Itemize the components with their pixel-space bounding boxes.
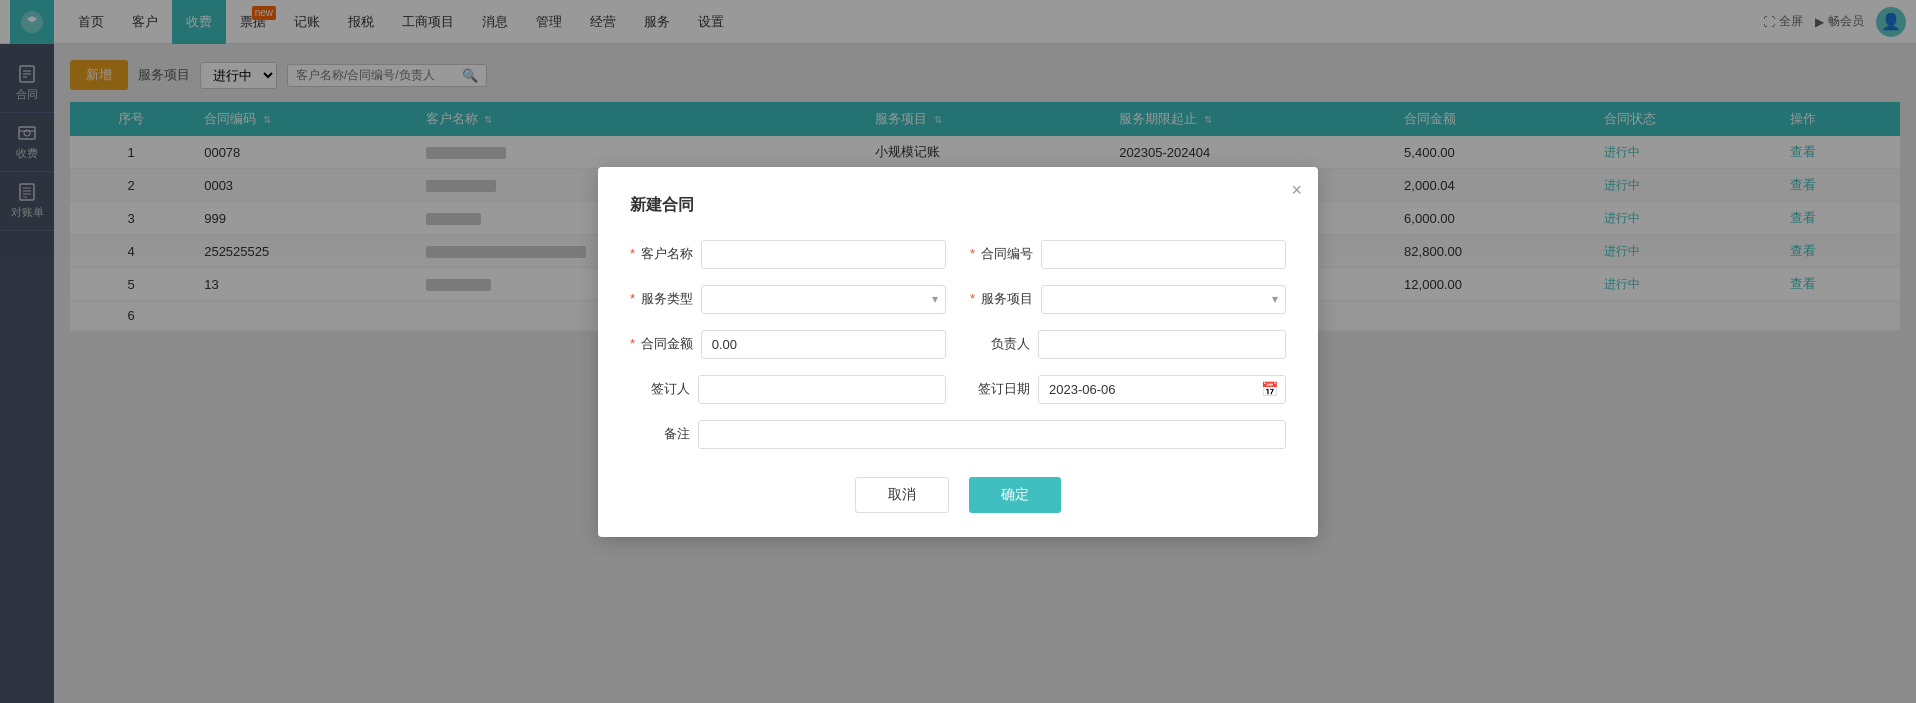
modal-footer: 取消 确定 (630, 477, 1286, 513)
required-mark: * (970, 246, 975, 261)
service-type-select-wrapper: ▾ (701, 285, 946, 314)
required-mark: * (970, 291, 975, 306)
remark-input[interactable] (698, 420, 1286, 449)
contract-no-input[interactable] (1041, 240, 1286, 269)
confirm-button[interactable]: 确定 (969, 477, 1061, 513)
service-item-select-wrapper: ▾ (1041, 285, 1286, 314)
remark-field: 备注 (630, 420, 1286, 449)
responsible-person-field: 负责人 (970, 330, 1286, 359)
customer-name-field: * 客户名称 (630, 240, 946, 269)
sign-date-wrapper: 📅 (1038, 375, 1286, 404)
form-grid: * 客户名称 * 合同编号 * 服务类型 (630, 240, 1286, 449)
service-type-field: * 服务类型 ▾ (630, 285, 946, 314)
service-item-select[interactable] (1041, 285, 1286, 314)
modal-overlay[interactable]: 新建合同 × * 客户名称 * 合同编号 * (0, 0, 1916, 703)
required-mark: * (630, 336, 635, 351)
sign-date-input[interactable] (1038, 375, 1286, 404)
required-mark: * (630, 246, 635, 261)
calendar-icon[interactable]: 📅 (1261, 381, 1278, 397)
service-item-field: * 服务项目 ▾ (970, 285, 1286, 314)
service-type-select[interactable] (701, 285, 946, 314)
contract-amount-field: * 合同金额 (630, 330, 946, 359)
modal-close-button[interactable]: × (1291, 181, 1302, 199)
customer-name-input[interactable] (701, 240, 946, 269)
sign-date-field: 签订日期 📅 (970, 375, 1286, 404)
contract-amount-input[interactable] (701, 330, 946, 359)
signer-input[interactable] (698, 375, 946, 404)
modal-title: 新建合同 (630, 195, 1286, 216)
signer-field: 签订人 (630, 375, 946, 404)
required-mark: * (630, 291, 635, 306)
new-contract-modal: 新建合同 × * 客户名称 * 合同编号 * (598, 167, 1318, 537)
responsible-person-input[interactable] (1038, 330, 1286, 359)
cancel-button[interactable]: 取消 (855, 477, 949, 513)
contract-no-field: * 合同编号 (970, 240, 1286, 269)
